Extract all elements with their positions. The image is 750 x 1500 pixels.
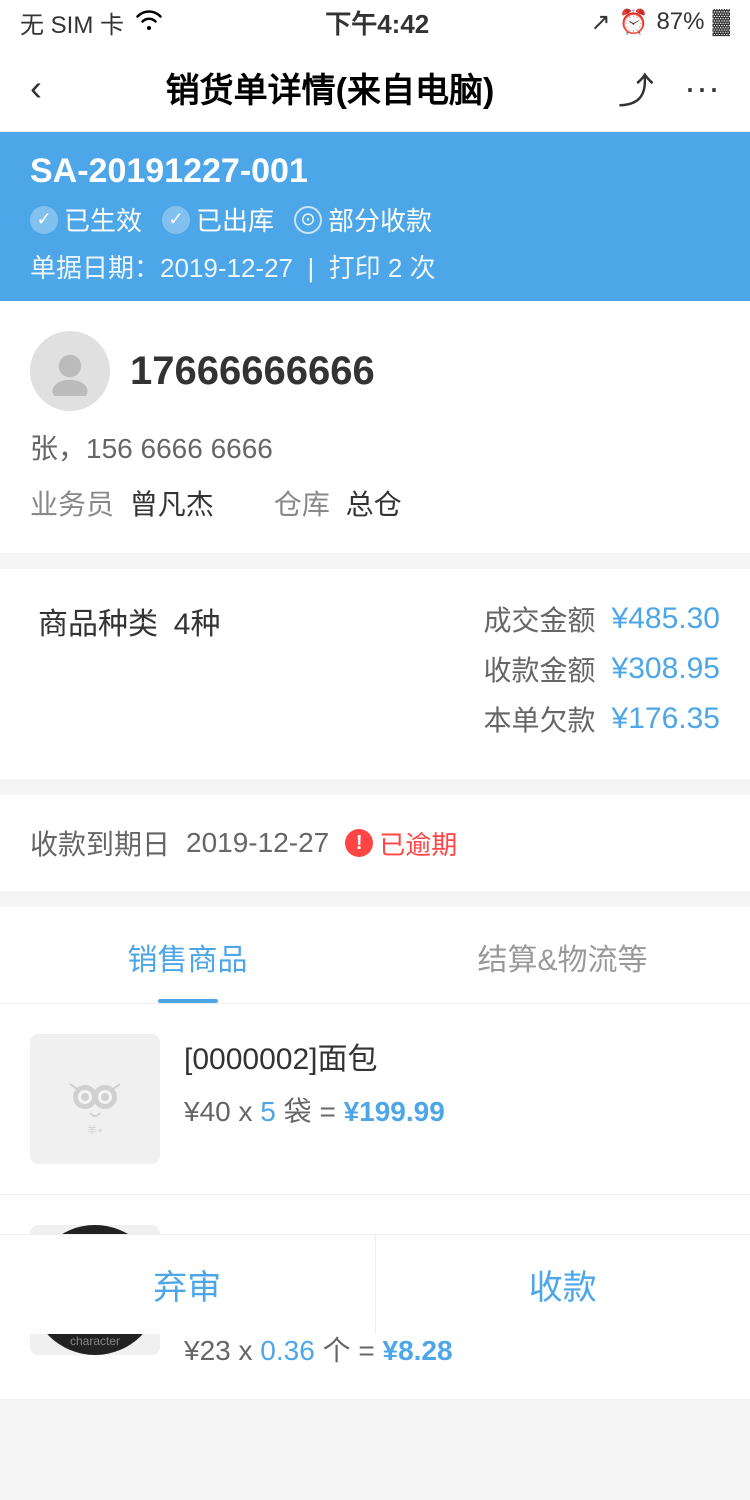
tab-settlement[interactable]: 结算&物流等: [375, 907, 750, 1003]
customer-row: 17666666666: [30, 331, 720, 411]
alarm-icon: ⏰: [619, 8, 649, 37]
status-time: 下午4:42: [325, 4, 429, 41]
warehouse: 仓库 总仓: [274, 483, 402, 523]
product-info-1: [0000002]面包 ¥40 x 5 袋 = ¥199.99: [184, 1034, 720, 1130]
collect-payment-button[interactable]: 收款: [375, 1235, 750, 1334]
received-amount-row: 收款金额 ¥308.95: [484, 649, 720, 689]
check-icon-2: ✓: [162, 206, 190, 234]
product-qty-2: 0.36: [260, 1335, 315, 1366]
product-qty-1: 5: [260, 1096, 276, 1127]
debt-amount: ¥176.35: [612, 702, 720, 736]
customer-account-id: 17666666666: [130, 349, 375, 394]
clock-icon: ⊙: [294, 206, 322, 234]
check-icon-1: ✓: [30, 206, 58, 234]
overdue-badge: ! 已逾期: [345, 825, 457, 862]
tabs-row: 销售商品 结算&物流等: [0, 907, 750, 1003]
status-bar: 无 SIM 卡 下午4:42 ↗ ⏰ 87% ▓: [0, 0, 750, 44]
bottom-action-bar: 弃审 收款: [0, 1234, 750, 1334]
tabs-section: 销售商品 结算&物流等: [0, 907, 750, 1004]
order-header-banner: SA-20191227-001 ✓ 已生效 ✓ 已出库 ⊙ 部分收款 单据日期：…: [0, 132, 750, 301]
product-total-1: ¥199.99: [344, 1096, 445, 1127]
status-delivered: ✓ 已出库: [162, 201, 274, 238]
svg-text:羊+: 羊+: [87, 1124, 103, 1137]
customer-meta: 业务员 曾凡杰 仓库 总仓: [30, 483, 720, 523]
transaction-amount: ¥485.30: [612, 602, 720, 636]
products-section: 羊+ [0000002]面包 ¥40 x 5 袋 = ¥199.99: [0, 1004, 750, 1400]
due-date-section: 收款到期日 2019-12-27 ! 已逾期: [0, 795, 750, 891]
page-title: 销货单详情(来自电脑): [166, 63, 495, 112]
no-sim-text: 无 SIM 卡: [20, 5, 124, 40]
tab-products[interactable]: 销售商品: [0, 907, 375, 1003]
battery-icon: ▓: [712, 8, 730, 36]
status-activated: ✓ 已生效: [30, 201, 142, 238]
nav-bar: ‹ 销货单详情(来自电脑) ⤴ ···: [0, 44, 750, 132]
product-price-1: ¥40 x 5 袋 = ¥199.99: [184, 1090, 720, 1130]
product-total-2: ¥8.28: [383, 1335, 453, 1366]
share-button[interactable]: ⤴: [618, 62, 654, 114]
category-info: 商品种类 4种: [30, 599, 220, 643]
customer-name-phone: 张，156 6666 6666: [30, 427, 720, 467]
product-price-2: ¥23 x 0.36 个 = ¥8.28: [184, 1329, 720, 1369]
wifi-icon: [134, 8, 164, 37]
received-amount: ¥308.95: [612, 652, 720, 686]
status-right: ↗ ⏰ 87% ▓: [590, 8, 730, 37]
product-item: 羊+ [0000002]面包 ¥40 x 5 袋 = ¥199.99: [0, 1004, 750, 1195]
cancel-review-button[interactable]: 弃审: [0, 1235, 375, 1334]
order-id: SA-20191227-001: [30, 152, 720, 191]
battery-text: 87%: [656, 8, 704, 36]
status-partial-payment: ⊙ 部分收款: [294, 201, 432, 238]
product-thumbnail-1: 羊+: [30, 1034, 160, 1164]
sales-person: 业务员 曾凡杰: [30, 483, 214, 523]
due-date-label: 收款到期日: [30, 823, 170, 863]
overdue-text: 已逾期: [379, 825, 457, 862]
transaction-amount-row: 成交金额 ¥485.30: [484, 599, 720, 639]
amount-info: 成交金额 ¥485.30 收款金额 ¥308.95 本单欠款 ¥176.35: [484, 599, 720, 749]
more-button[interactable]: ···: [684, 67, 720, 109]
summary-section: 商品种类 4种 成交金额 ¥485.30 收款金额 ¥308.95 本单欠款 ¥…: [0, 569, 750, 779]
nav-actions: ⤴ ···: [618, 62, 720, 114]
debt-amount-row: 本单欠款 ¥176.35: [484, 699, 720, 739]
customer-section: 17666666666 张，156 6666 6666 业务员 曾凡杰 仓库 总…: [0, 301, 750, 553]
due-date-value: 2019-12-27: [186, 827, 329, 859]
status-left: 无 SIM 卡: [20, 5, 164, 40]
product-name-1: [0000002]面包: [184, 1034, 720, 1078]
order-status-row: ✓ 已生效 ✓ 已出库 ⊙ 部分收款: [30, 201, 720, 238]
order-date: 单据日期：2019-12-27 | 打印 2 次: [30, 248, 720, 285]
location-icon: ↗: [590, 8, 610, 37]
back-button[interactable]: ‹: [30, 67, 42, 109]
overdue-icon: !: [345, 829, 373, 857]
svg-text:character: character: [70, 1334, 120, 1348]
avatar: [30, 331, 110, 411]
